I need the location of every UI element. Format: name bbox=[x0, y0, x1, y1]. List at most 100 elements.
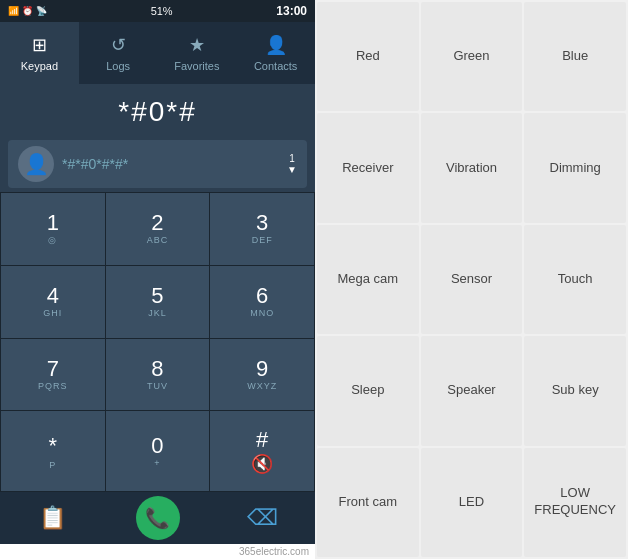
grid-label-touch: Touch bbox=[558, 271, 593, 288]
key-2[interactable]: 2 ABC bbox=[106, 193, 210, 265]
key-9[interactable]: 9 WXYZ bbox=[210, 339, 314, 411]
tab-bar: ⊞ Keypad ↺ Logs ★ Favorites 👤 Contacts bbox=[0, 22, 315, 84]
grid-label-front-cam: Front cam bbox=[339, 494, 398, 511]
key-9-number: 9 bbox=[256, 358, 268, 380]
tab-logs[interactable]: ↺ Logs bbox=[79, 22, 158, 84]
key-0-number: 0 bbox=[151, 435, 163, 457]
battery-percent: 51% bbox=[151, 5, 173, 17]
grid-cell-receiver[interactable]: Receiver bbox=[317, 113, 419, 222]
battery-status: 51% bbox=[151, 5, 173, 17]
key-5-letters: JKL bbox=[148, 308, 167, 318]
contacts-icon: 👤 bbox=[265, 34, 287, 56]
tab-contacts[interactable]: 👤 Contacts bbox=[236, 22, 315, 84]
grid-label-receiver: Receiver bbox=[342, 160, 393, 177]
key-6[interactable]: 6 MNO bbox=[210, 266, 314, 338]
alarm-icon: ⏰ bbox=[22, 6, 33, 16]
tab-keypad[interactable]: ⊞ Keypad bbox=[0, 22, 79, 84]
tab-favorites-label: Favorites bbox=[174, 60, 219, 72]
key-1-number: 1 bbox=[47, 212, 59, 234]
grid-label-low-frequency: LOW FREQUENCY bbox=[534, 485, 616, 519]
grid-label-blue: Blue bbox=[562, 48, 588, 65]
phone-panel: 📶 ⏰ 📡 51% 13:00 ⊞ Keypad ↺ Logs ★ Favori… bbox=[0, 0, 315, 559]
key-4-number: 4 bbox=[47, 285, 59, 307]
grid-label-red: Red bbox=[356, 48, 380, 65]
key-0[interactable]: 0 + bbox=[106, 411, 210, 491]
status-icons: 📶 ⏰ 📡 bbox=[8, 6, 47, 16]
key-hash-symbol: # bbox=[256, 427, 268, 453]
watermark: 365electric.com bbox=[0, 544, 315, 559]
key-0-letters: + bbox=[154, 458, 160, 468]
key-6-number: 6 bbox=[256, 285, 268, 307]
contact-number: *#*#0*#*#* bbox=[62, 156, 287, 172]
key-2-number: 2 bbox=[151, 212, 163, 234]
grid-cell-mega-cam[interactable]: Mega cam bbox=[317, 225, 419, 334]
key-8-letters: TUV bbox=[147, 381, 168, 391]
key-5[interactable]: 5 JKL bbox=[106, 266, 210, 338]
key-7-number: 7 bbox=[47, 358, 59, 380]
grid-cell-vibration[interactable]: Vibration bbox=[421, 113, 523, 222]
tab-favorites[interactable]: ★ Favorites bbox=[158, 22, 237, 84]
favorites-icon: ★ bbox=[189, 34, 205, 56]
grid-label-sleep: Sleep bbox=[351, 382, 384, 399]
call-button[interactable]: 📞 bbox=[105, 492, 210, 544]
tab-logs-label: Logs bbox=[106, 60, 130, 72]
key-2-letters: ABC bbox=[147, 235, 169, 245]
key-1-letters: ◎ bbox=[48, 235, 57, 245]
wifi-icon: 📡 bbox=[36, 6, 47, 16]
grid-label-green: Green bbox=[453, 48, 489, 65]
key-4-letters: GHI bbox=[43, 308, 62, 318]
key-4[interactable]: 4 GHI bbox=[1, 266, 105, 338]
key-3-number: 3 bbox=[256, 212, 268, 234]
grid-label-led: LED bbox=[459, 494, 484, 511]
grid-label-vibration: Vibration bbox=[446, 160, 497, 177]
grid-cell-sensor[interactable]: Sensor bbox=[421, 225, 523, 334]
key-8[interactable]: 8 TUV bbox=[106, 339, 210, 411]
grid-label-dimming: Dimming bbox=[550, 160, 601, 177]
key-star-symbol: * bbox=[49, 433, 58, 459]
arrow-down-icon: ▼ bbox=[287, 164, 297, 175]
key-star-letters: P bbox=[49, 460, 56, 470]
contacts-button[interactable]: 📋 bbox=[0, 492, 105, 544]
grid-cell-sub-key[interactable]: Sub key bbox=[524, 336, 626, 445]
keypad-icon: ⊞ bbox=[32, 34, 47, 56]
key-1[interactable]: 1 ◎ bbox=[1, 193, 105, 265]
key-7[interactable]: 7 PQRS bbox=[1, 339, 105, 411]
call-circle[interactable]: 📞 bbox=[136, 496, 180, 540]
key-3-letters: DEF bbox=[252, 235, 273, 245]
key-7-letters: PQRS bbox=[38, 381, 68, 391]
tab-contacts-label: Contacts bbox=[254, 60, 297, 72]
call-count: 1 bbox=[289, 153, 295, 164]
tab-keypad-label: Keypad bbox=[21, 60, 58, 72]
grid-label-mega-cam: Mega cam bbox=[337, 271, 398, 288]
grid-cell-red[interactable]: Red bbox=[317, 2, 419, 111]
call-icon: 📞 bbox=[145, 506, 170, 530]
key-hash[interactable]: # 🔇 bbox=[210, 411, 314, 491]
contact-row[interactable]: 👤 *#*#0*#*#* 1 ▼ bbox=[8, 140, 307, 188]
grid-label-sensor: Sensor bbox=[451, 271, 492, 288]
grid-cell-low-frequency[interactable]: LOW FREQUENCY bbox=[524, 448, 626, 557]
grid-cell-dimming[interactable]: Dimming bbox=[524, 113, 626, 222]
delete-button[interactable]: ⌫ bbox=[210, 492, 315, 544]
grid-cell-green[interactable]: Green bbox=[421, 2, 523, 111]
contact-arrow: 1 ▼ bbox=[287, 153, 297, 175]
delete-icon: ⌫ bbox=[247, 505, 278, 531]
grid-panel: Red Green Blue Receiver Vibration Dimmin… bbox=[315, 0, 628, 559]
grid-label-sub-key: Sub key bbox=[552, 382, 599, 399]
grid-cell-sleep[interactable]: Sleep bbox=[317, 336, 419, 445]
logs-icon: ↺ bbox=[111, 34, 126, 56]
key-3[interactable]: 3 DEF bbox=[210, 193, 314, 265]
grid-cell-led[interactable]: LED bbox=[421, 448, 523, 557]
grid-cell-blue[interactable]: Blue bbox=[524, 2, 626, 111]
number-display: *#0*# bbox=[0, 84, 315, 136]
key-8-number: 8 bbox=[151, 358, 163, 380]
action-bar: 📋 📞 ⌫ bbox=[0, 492, 315, 544]
key-6-letters: MNO bbox=[250, 308, 274, 318]
contacts-book-icon: 📋 bbox=[39, 505, 66, 531]
key-star[interactable]: * P bbox=[1, 411, 105, 491]
key-9-letters: WXYZ bbox=[247, 381, 277, 391]
grid-cell-speaker[interactable]: Speaker bbox=[421, 336, 523, 445]
grid-cell-touch[interactable]: Touch bbox=[524, 225, 626, 334]
grid-cell-front-cam[interactable]: Front cam bbox=[317, 448, 419, 557]
status-time: 13:00 bbox=[276, 4, 307, 18]
status-bar: 📶 ⏰ 📡 51% 13:00 bbox=[0, 0, 315, 22]
